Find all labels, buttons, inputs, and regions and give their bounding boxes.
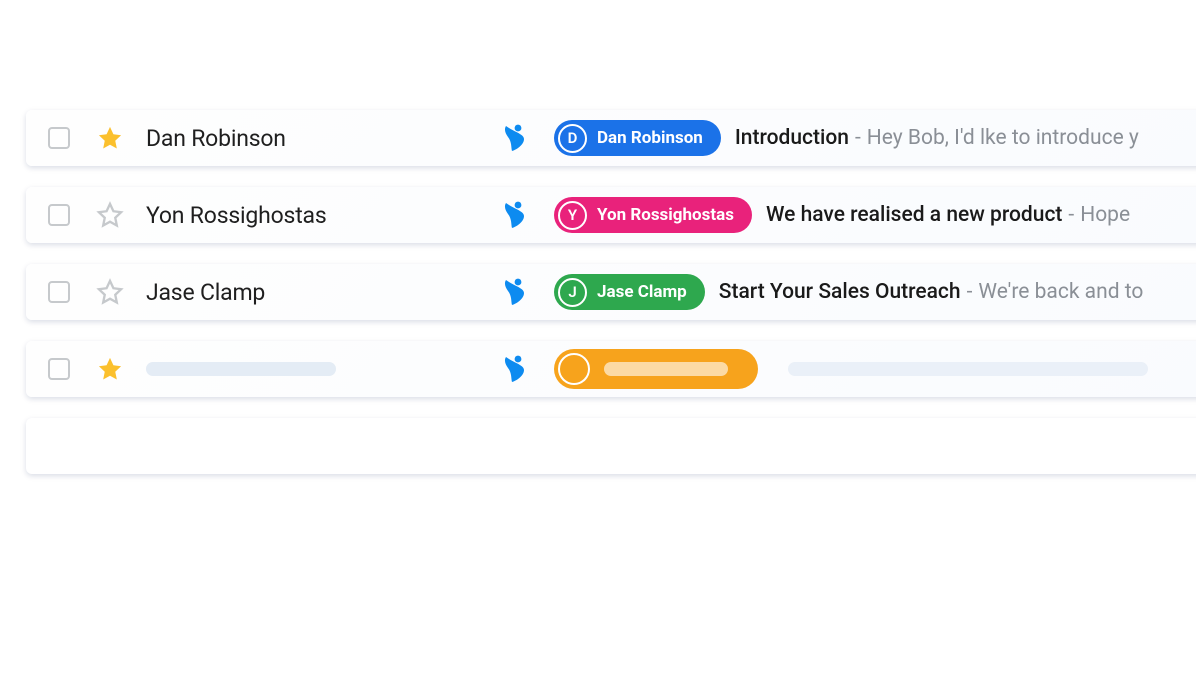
contact-pill-label: Jase Clamp [597, 282, 687, 302]
skeleton-pill [554, 349, 758, 389]
contact-avatar: D [558, 124, 587, 153]
star-outline-icon [96, 278, 124, 306]
message-summary[interactable]: Introduction - Hey Bob, I'd lke to intro… [735, 126, 1139, 150]
email-row[interactable]: Jase Clamp J Jase Clamp Start Your Sales… [26, 264, 1196, 320]
pill-area: Y Yon Rossighostas We have realised a ne… [554, 197, 1130, 233]
star-icon [96, 355, 124, 383]
email-row-loading [26, 341, 1196, 397]
select-checkbox[interactable] [48, 358, 70, 380]
brand-icon [502, 355, 526, 383]
subject-text: Introduction [735, 126, 849, 150]
skeleton-bar [146, 362, 336, 376]
separator-text: - [1068, 203, 1074, 227]
pill-area: D Dan Robinson Introduction - Hey Bob, I… [554, 120, 1139, 156]
preview-text: Hope [1080, 203, 1130, 227]
pill-area: J Jase Clamp Start Your Sales Outreach -… [554, 274, 1143, 310]
contact-pill-label: Dan Robinson [597, 128, 703, 148]
brand-icon [502, 201, 526, 229]
sender-name: Yon Rossighostas [146, 202, 327, 229]
contact-avatar: Y [558, 201, 587, 230]
sender-name: Dan Robinson [146, 125, 286, 152]
email-list: Dan Robinson D Dan Robinson Introduction… [26, 110, 1196, 474]
pill-area [554, 349, 1148, 389]
skeleton-avatar [558, 353, 590, 385]
contact-pill[interactable]: Y Yon Rossighostas [554, 197, 752, 233]
select-checkbox[interactable] [48, 204, 70, 226]
sender-name: Jase Clamp [146, 279, 265, 306]
contact-avatar: J [558, 278, 587, 307]
contact-pill[interactable]: D Dan Robinson [554, 120, 721, 156]
email-row[interactable]: Yon Rossighostas Y Yon Rossighostas We h… [26, 187, 1196, 243]
select-checkbox[interactable] [48, 127, 70, 149]
star-toggle[interactable] [96, 278, 124, 306]
email-row[interactable]: Dan Robinson D Dan Robinson Introduction… [26, 110, 1196, 166]
preview-text: We're back and to [978, 280, 1143, 304]
brand-icon [502, 124, 526, 152]
select-checkbox[interactable] [48, 281, 70, 303]
star-outline-icon [96, 201, 124, 229]
subject-text: We have realised a new product [766, 203, 1062, 227]
preview-text: Hey Bob, I'd lke to introduce y [867, 126, 1139, 150]
email-row-empty [26, 418, 1196, 474]
separator-text: - [967, 280, 973, 304]
separator-text: - [855, 126, 861, 150]
skeleton-bar [788, 362, 1148, 376]
star-toggle[interactable] [96, 355, 124, 383]
star-toggle[interactable] [96, 124, 124, 152]
skeleton-bar [604, 362, 728, 376]
contact-pill[interactable]: J Jase Clamp [554, 274, 705, 310]
subject-text: Start Your Sales Outreach [719, 280, 961, 304]
message-summary[interactable]: Start Your Sales Outreach - We're back a… [719, 280, 1144, 304]
star-icon [96, 124, 124, 152]
message-summary[interactable]: We have realised a new product - Hope [766, 203, 1130, 227]
star-toggle[interactable] [96, 201, 124, 229]
brand-icon [502, 278, 526, 306]
contact-pill-label: Yon Rossighostas [597, 205, 734, 225]
